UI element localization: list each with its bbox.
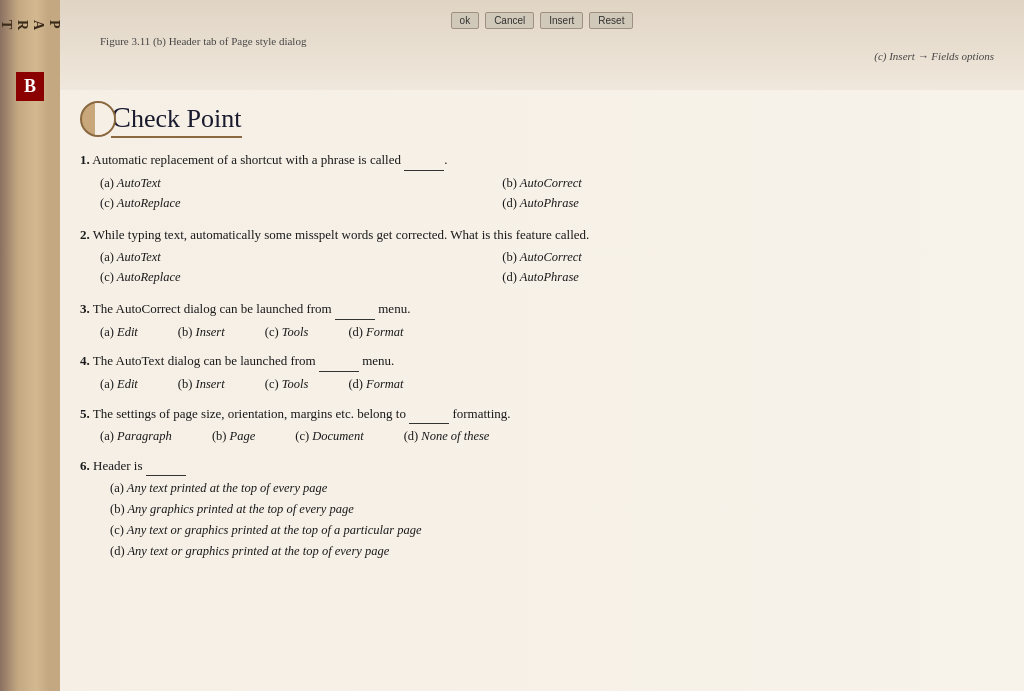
q3-blank bbox=[335, 299, 375, 320]
q4-option-b: (b) Insert bbox=[178, 375, 225, 394]
top-area: ok Cancel Insert Reset Figure 3.11 (b) H… bbox=[60, 0, 1024, 90]
question-5: 5. The settings of page size, orientatio… bbox=[80, 404, 994, 446]
q1-option-d: (d) AutoPhrase bbox=[502, 194, 904, 213]
q3-option-d: (d) Format bbox=[348, 323, 403, 342]
question-6: 6. Header is (a) Any text printed at the… bbox=[80, 456, 994, 561]
question-2: 2. While typing text, automatically some… bbox=[80, 225, 994, 289]
question-4: 4. The AutoText dialog can be launched f… bbox=[80, 351, 994, 393]
q3-number: 3. bbox=[80, 301, 90, 316]
check-circle-icon bbox=[80, 101, 116, 137]
q1-option-b: (b) AutoCorrect bbox=[502, 174, 904, 193]
q5-option-b: (b) Page bbox=[212, 427, 255, 446]
q4-number: 4. bbox=[80, 353, 90, 368]
q6-number: 6. bbox=[80, 458, 90, 473]
q5-blank bbox=[409, 404, 449, 425]
question-1: 1. Automatic replacement of a shortcut w… bbox=[80, 150, 994, 215]
q3-text: The AutoCorrect dialog can be launched f… bbox=[93, 301, 411, 316]
q2-option-d: (d) AutoPhrase bbox=[502, 268, 904, 287]
q4-options: (a) Edit (b) Insert (c) Tools (d) Format bbox=[100, 375, 994, 394]
book-spine: PART B bbox=[0, 0, 60, 691]
figure-caption-right: (c) Insert → Fields options bbox=[874, 50, 994, 62]
q1-blank bbox=[404, 150, 444, 171]
q5-option-c: (c) Document bbox=[295, 427, 363, 446]
q6-option-a: (a) Any text printed at the top of every… bbox=[110, 479, 994, 498]
q5-options: (a) Paragraph (b) Page (c) Document (d) … bbox=[100, 427, 994, 446]
check-point-title: Check Point bbox=[111, 100, 242, 138]
q3-option-a: (a) Edit bbox=[100, 323, 138, 342]
q5-text: The settings of page size, orientation, … bbox=[93, 406, 511, 421]
q1-option-c: (c) AutoReplace bbox=[100, 194, 502, 213]
q3-option-b: (b) Insert bbox=[178, 323, 225, 342]
q6-options: (a) Any text printed at the top of every… bbox=[110, 479, 994, 560]
cancel-button[interactable]: Cancel bbox=[485, 12, 534, 29]
q6-option-c: (c) Any text or graphics printed at the … bbox=[110, 521, 994, 540]
q2-text: While typing text, automatically some mi… bbox=[93, 227, 590, 242]
part-b: B bbox=[16, 72, 44, 101]
q6-text: Header is bbox=[93, 458, 186, 473]
q2-option-c: (c) AutoReplace bbox=[100, 268, 502, 287]
title-rest: heck Point bbox=[131, 104, 242, 133]
question-3: 3. The AutoCorrect dialog can be launche… bbox=[80, 299, 994, 341]
q4-option-c: (c) Tools bbox=[265, 375, 309, 394]
q2-option-a: (a) AutoText bbox=[100, 248, 502, 267]
q5-option-d: (d) None of these bbox=[404, 427, 490, 446]
q5-number: 5. bbox=[80, 406, 90, 421]
q2-options: (a) AutoText (b) AutoCorrect (c) AutoRep… bbox=[100, 248, 994, 290]
q2-option-b: (b) AutoCorrect bbox=[502, 248, 904, 267]
check-point-header: Check Point bbox=[80, 100, 994, 138]
part-label: PART bbox=[0, 20, 62, 32]
q5-option-a: (a) Paragraph bbox=[100, 427, 172, 446]
q1-option-a: (a) AutoText bbox=[100, 174, 502, 193]
figure-caption: Figure 3.11 (b) Header tab of Page style… bbox=[80, 35, 1004, 47]
main-content: Check Point 1. Automatic replacement of … bbox=[60, 90, 1024, 691]
q4-option-d: (d) Format bbox=[348, 375, 403, 394]
q2-number: 2. bbox=[80, 227, 90, 242]
q1-number: 1. bbox=[80, 152, 90, 167]
q6-blank bbox=[146, 456, 186, 477]
q4-option-a: (a) Edit bbox=[100, 375, 138, 394]
q3-option-c: (c) Tools bbox=[265, 323, 309, 342]
q1-options: (a) AutoText (b) AutoCorrect (c) AutoRep… bbox=[100, 174, 994, 216]
q4-text: The AutoText dialog can be launched from… bbox=[93, 353, 395, 368]
dialog-buttons: ok Cancel Insert Reset bbox=[451, 12, 634, 29]
q1-text: Automatic replacement of a shortcut with… bbox=[92, 152, 447, 167]
q3-options: (a) Edit (b) Insert (c) Tools (d) Format bbox=[100, 323, 994, 342]
reset-button[interactable]: Reset bbox=[589, 12, 633, 29]
ok-button[interactable]: ok bbox=[451, 12, 480, 29]
insert-button[interactable]: Insert bbox=[540, 12, 583, 29]
q4-blank bbox=[319, 351, 359, 372]
q6-option-b: (b) Any graphics printed at the top of e… bbox=[110, 500, 994, 519]
q6-option-d: (d) Any text or graphics printed at the … bbox=[110, 542, 994, 561]
